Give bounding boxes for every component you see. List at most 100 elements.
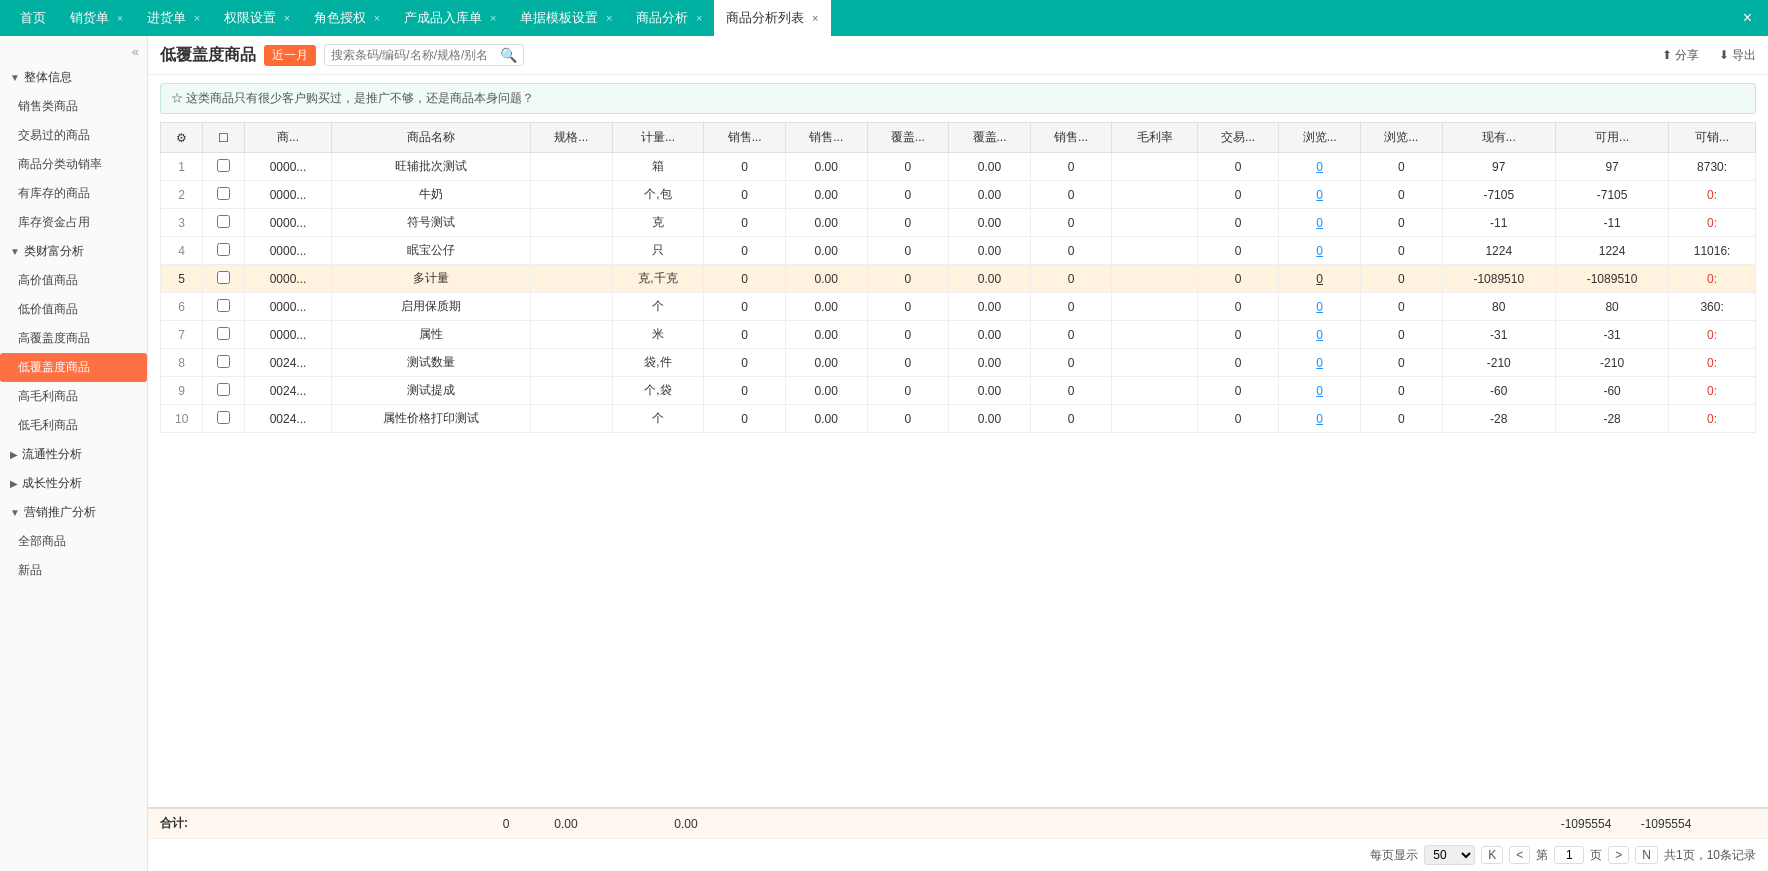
sidebar-item-low-coverage[interactable]: 低覆盖度商品 [0,353,147,382]
col-name[interactable]: 商品名称 [331,123,530,153]
col-view1[interactable]: 浏览... [1279,123,1361,153]
col-cov2[interactable]: 覆盖... [949,123,1031,153]
page-number-input[interactable] [1554,846,1584,864]
cell-checkbox[interactable] [203,405,245,433]
sidebar-item-low-value[interactable]: 低价值商品 [0,295,147,324]
col-spec[interactable]: 规格... [531,123,613,153]
nav-analysis-list[interactable]: 商品分析列表 × [714,0,830,36]
cell-gross [1112,377,1197,405]
sidebar-item-sales-goods[interactable]: 销售类商品 [0,92,147,121]
col-code[interactable]: 商... [245,123,332,153]
col-unit[interactable]: 计量... [612,123,704,153]
nav-permission-close[interactable]: × [284,12,290,24]
cell-spec [531,153,613,181]
nav-analysis-close[interactable]: × [696,12,702,24]
sidebar-section-liquidity[interactable]: ▶ 流通性分析 [0,440,147,469]
cell-sales2: 0 [1030,181,1112,209]
col-gross[interactable]: 毛利率 [1112,123,1197,153]
cell-view1[interactable]: 0 [1279,181,1361,209]
col-sales2[interactable]: 销售... [1030,123,1112,153]
cell-view1[interactable]: 0 [1279,153,1361,181]
nav-role[interactable]: 角色授权 × [302,0,392,36]
cell-num: 6 [161,293,203,321]
sidebar-item-high-value[interactable]: 高价值商品 [0,266,147,295]
sidebar-item-stock-funds[interactable]: 库存资金占用 [0,208,147,237]
next-page-btn[interactable]: > [1608,846,1629,864]
sidebar-section-growth[interactable]: ▶ 成长性分析 [0,469,147,498]
cell-view2: 0 [1361,265,1443,293]
col-tx[interactable]: 交易... [1197,123,1279,153]
cell-view1[interactable]: 0 [1279,293,1361,321]
cell-code: 0000... [245,265,332,293]
sidebar-item-low-profit[interactable]: 低毛利商品 [0,411,147,440]
nav-analysis[interactable]: 商品分析 × [624,0,714,36]
sidebar-item-high-coverage[interactable]: 高覆盖度商品 [0,324,147,353]
nav-template-close[interactable]: × [606,12,612,24]
sidebar-item-high-profit[interactable]: 高毛利商品 [0,382,147,411]
col-avail[interactable]: 可用... [1555,123,1668,153]
col-sales-qty[interactable]: 销售... [704,123,786,153]
cell-unit: 个,包 [612,181,704,209]
col-view2[interactable]: 浏览... [1361,123,1443,153]
col-sellable[interactable]: 可销... [1669,123,1756,153]
cell-checkbox[interactable] [203,237,245,265]
last-page-btn[interactable]: N [1635,846,1658,864]
sidebar-item-category-rate[interactable]: 商品分类动销率 [0,150,147,179]
sidebar-item-all-goods[interactable]: 全部商品 [0,527,147,556]
nav-purchase[interactable]: 进货单 × [135,0,212,36]
cell-sales2: 0 [1030,405,1112,433]
cell-sales-amt: 0.00 [785,377,867,405]
cell-checkbox[interactable] [203,293,245,321]
nav-sales-close[interactable]: × [117,12,123,24]
search-input[interactable] [331,48,500,62]
cell-view1[interactable]: 0 [1279,377,1361,405]
nav-analysis-list-close[interactable]: × [812,12,818,24]
search-box: 🔍 [324,44,524,66]
sidebar-section-overview[interactable]: ▼ 整体信息 [0,63,147,92]
cell-tx: 0 [1197,321,1279,349]
cell-checkbox[interactable] [203,377,245,405]
time-filter-button[interactable]: 近一月 [264,45,316,66]
cell-curr: 97 [1442,153,1555,181]
cell-checkbox[interactable] [203,265,245,293]
nav-template[interactable]: 单据模板设置 × [508,0,624,36]
first-page-btn[interactable]: K [1481,846,1503,864]
export-button[interactable]: ⬇ 导出 [1719,47,1756,64]
col-cov1[interactable]: 覆盖... [867,123,949,153]
pagination-bar: 每页显示 50 100 200 K < 第 页 > N 共1页，10条记录 [148,838,1768,871]
col-curr[interactable]: 现有... [1442,123,1555,153]
cell-sellable: 0: [1669,377,1756,405]
cell-view1[interactable]: 0 [1279,405,1361,433]
cell-checkbox[interactable] [203,153,245,181]
cell-checkbox[interactable] [203,209,245,237]
cell-checkbox[interactable] [203,349,245,377]
cell-view1[interactable]: 0 [1279,209,1361,237]
prev-page-btn[interactable]: < [1509,846,1530,864]
col-settings[interactable]: ⚙ [161,123,203,153]
share-button[interactable]: ⬆ 分享 [1662,47,1699,64]
cell-checkbox[interactable] [203,321,245,349]
sidebar-item-traded-goods[interactable]: 交易过的商品 [0,121,147,150]
nav-sales[interactable]: 销货单 × [58,0,135,36]
cell-checkbox[interactable] [203,181,245,209]
sidebar-section-marketing[interactable]: ▼ 营销推广分析 [0,498,147,527]
sidebar-section-wealth[interactable]: ▼ 类财富分析 [0,237,147,266]
cell-view1[interactable]: 0 [1279,265,1361,293]
window-close[interactable]: × [1735,9,1760,27]
nav-product-entry[interactable]: 产成品入库单 × [392,0,508,36]
cell-view1[interactable]: 0 [1279,349,1361,377]
nav-home[interactable]: 首页 [8,0,58,36]
nav-product-entry-close[interactable]: × [490,12,496,24]
cell-view1[interactable]: 0 [1279,237,1361,265]
sidebar-item-stocked-goods[interactable]: 有库存的商品 [0,179,147,208]
cell-view1[interactable]: 0 [1279,321,1361,349]
sidebar-collapse-btn[interactable]: « [132,44,139,59]
cell-view2: 0 [1361,321,1443,349]
nav-purchase-close[interactable]: × [194,12,200,24]
nav-role-close[interactable]: × [374,12,380,24]
col-checkbox[interactable]: ☐ [203,123,245,153]
nav-permission[interactable]: 权限设置 × [212,0,302,36]
sidebar-item-new-goods[interactable]: 新品 [0,556,147,585]
col-sales-amt[interactable]: 销售... [785,123,867,153]
page-size-select[interactable]: 50 100 200 [1424,845,1475,865]
